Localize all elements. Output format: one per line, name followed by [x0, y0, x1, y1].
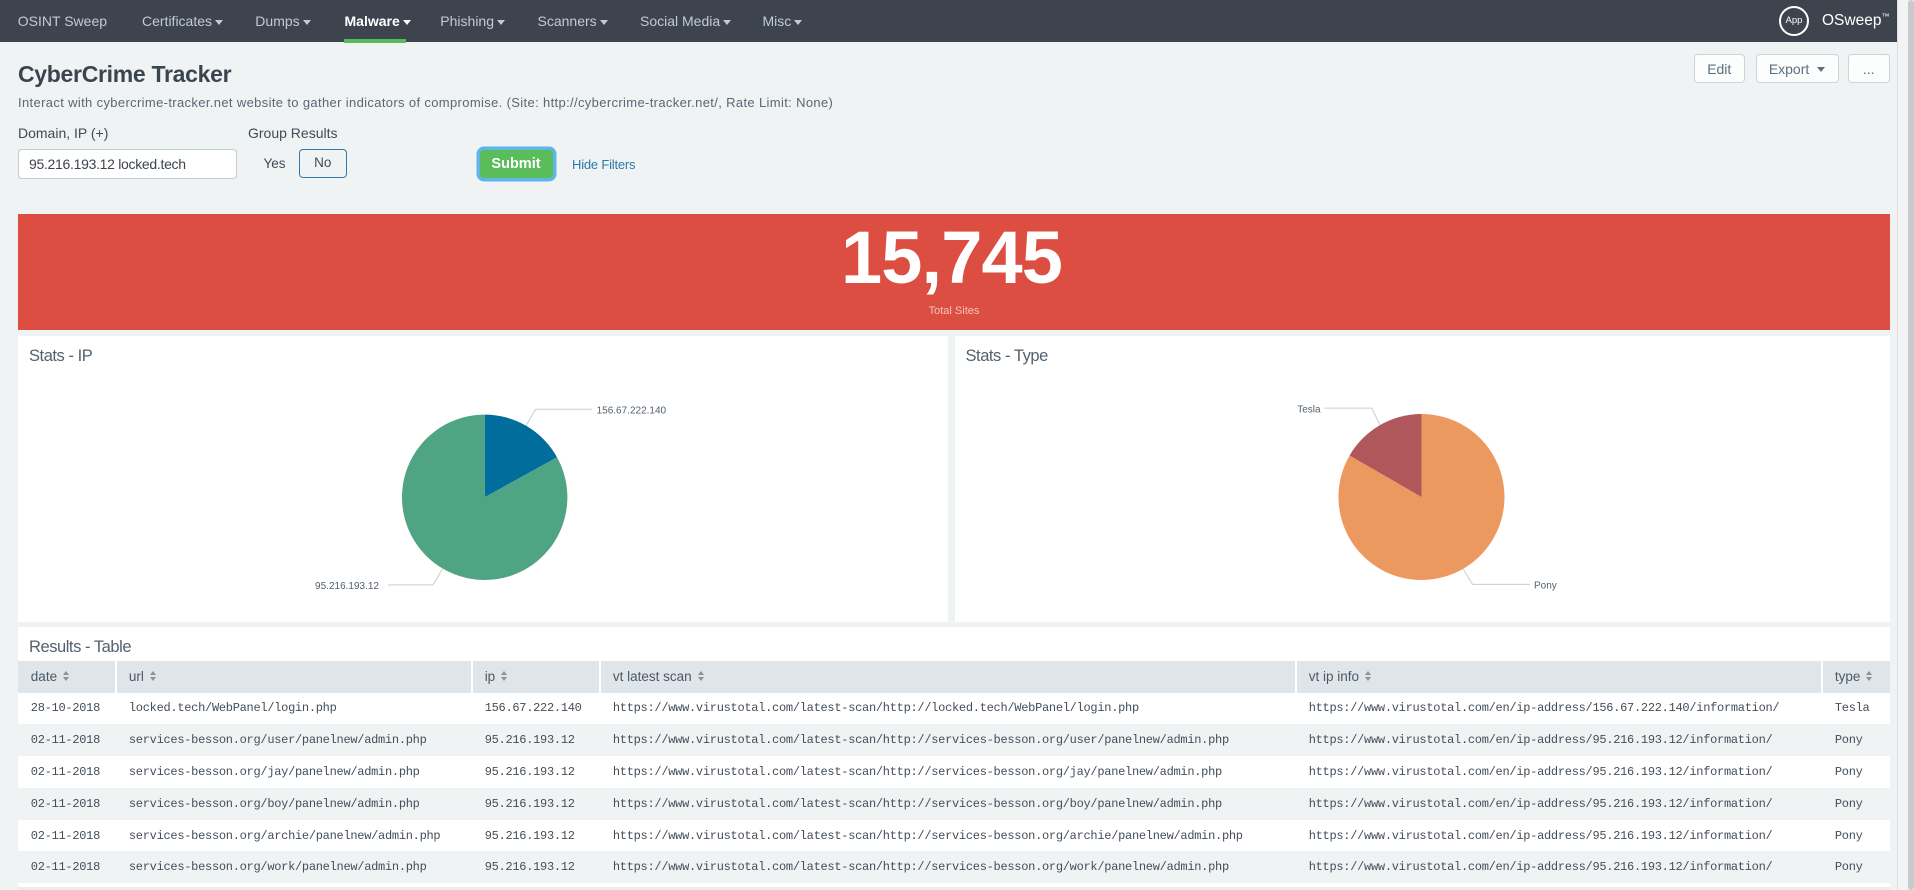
svg-text:Pony: Pony	[1534, 581, 1557, 592]
svg-text:Tesla: Tesla	[1297, 404, 1321, 415]
svg-text:156.67.222.140: 156.67.222.140	[597, 405, 667, 416]
svg-text:95.216.193.12: 95.216.193.12	[315, 581, 379, 592]
